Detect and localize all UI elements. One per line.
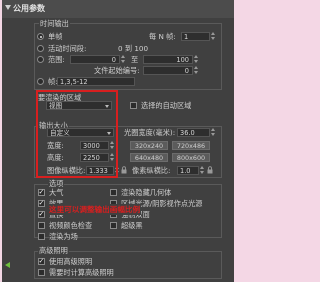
options-label: 选项 <box>48 179 65 188</box>
file-start-spinner-icon[interactable] <box>194 66 198 74</box>
render-hidden-geometry-label: 渲染隐藏几何体 <box>121 188 172 197</box>
atmosphere-checkbox[interactable] <box>38 188 45 196</box>
range-to-field[interactable]: 100 <box>143 55 193 64</box>
every-n-frames-field[interactable]: 1 <box>181 32 210 41</box>
every-n-frames-label: 每 N 帧: <box>149 32 176 41</box>
lock-icon[interactable] <box>206 166 214 174</box>
range-to-label: 至 <box>131 55 139 64</box>
range-to-spinner-icon[interactable] <box>194 55 198 63</box>
range-radio[interactable] <box>37 56 44 63</box>
use-advanced-lighting-checkbox[interactable] <box>38 257 45 265</box>
single-frame-label: 单帧 <box>48 32 63 41</box>
aperture-width-label: 光圈宽度(毫米): <box>124 128 176 137</box>
render-to-fields-checkbox[interactable] <box>38 233 45 240</box>
frames-radio[interactable] <box>37 78 44 85</box>
preset-720x486-button[interactable]: 720x486 <box>172 141 210 150</box>
video-color-check-checkbox[interactable] <box>38 222 45 229</box>
preset-320x240-button[interactable]: 320x240 <box>130 141 168 150</box>
single-frame-radio[interactable] <box>37 33 44 40</box>
atmosphere-label: 大气 <box>49 188 64 197</box>
lock-icon[interactable] <box>120 166 128 174</box>
super-black-checkbox[interactable] <box>110 222 117 229</box>
expand-arrow-icon[interactable] <box>5 262 10 268</box>
auto-region-label: 选择的自动区域 <box>141 101 192 110</box>
aperture-width-spinner-icon[interactable] <box>211 128 215 136</box>
preset-800x600-button[interactable]: 800x600 <box>172 153 210 162</box>
pixel-aspect-label: 像素纵横比: <box>132 166 171 175</box>
video-color-check-label: 视频颜色检查 <box>49 221 93 230</box>
highlight-box <box>36 90 118 178</box>
file-start-field[interactable]: 0 <box>143 66 193 75</box>
pixel-aspect-field[interactable]: 1.0 <box>177 166 199 175</box>
advanced-lighting-label: 高级照明 <box>38 246 69 255</box>
pixel-aspect-spinner-icon[interactable] <box>200 166 204 174</box>
compute-when-required-label: 需要时计算高级照明 <box>49 268 114 277</box>
aperture-width-field[interactable]: 36.0 <box>177 128 210 137</box>
frames-field[interactable]: 1,3,5-12 <box>57 77 135 86</box>
super-black-label: 超级黑 <box>121 221 143 230</box>
collapse-caret-icon[interactable] <box>5 5 11 10</box>
compute-when-required-checkbox[interactable] <box>38 269 45 276</box>
every-n-frames-spinner-icon[interactable] <box>211 32 215 40</box>
render-hidden-geometry-checkbox[interactable] <box>110 189 117 196</box>
auto-region-checkbox[interactable] <box>130 102 137 109</box>
effects-checkbox[interactable] <box>38 199 45 207</box>
active-segment-radio[interactable] <box>37 45 44 52</box>
rollout-header[interactable]: 公用参数 <box>2 0 234 18</box>
use-advanced-lighting-label: 使用高级照明 <box>49 257 93 266</box>
range-from-spinner-icon[interactable] <box>121 55 125 63</box>
file-start-label: 文件起始编号: <box>94 66 140 75</box>
range-label: 范围: <box>48 55 65 64</box>
active-segment-label: 活动时间段: <box>48 44 87 53</box>
render-to-fields-label: 渲染为场 <box>49 232 78 241</box>
rollout-title: 公用参数 <box>13 4 45 13</box>
displacement-checkbox[interactable] <box>38 210 45 218</box>
annotation-text: 这里可以调整输出画幅比例 <box>48 204 142 215</box>
time-output-label: 时间输出 <box>39 19 70 28</box>
preset-640x480-button[interactable]: 640x480 <box>130 153 168 162</box>
range-from-field[interactable]: 0 <box>70 55 120 64</box>
active-segment-value: 0 到 100 <box>118 44 149 53</box>
